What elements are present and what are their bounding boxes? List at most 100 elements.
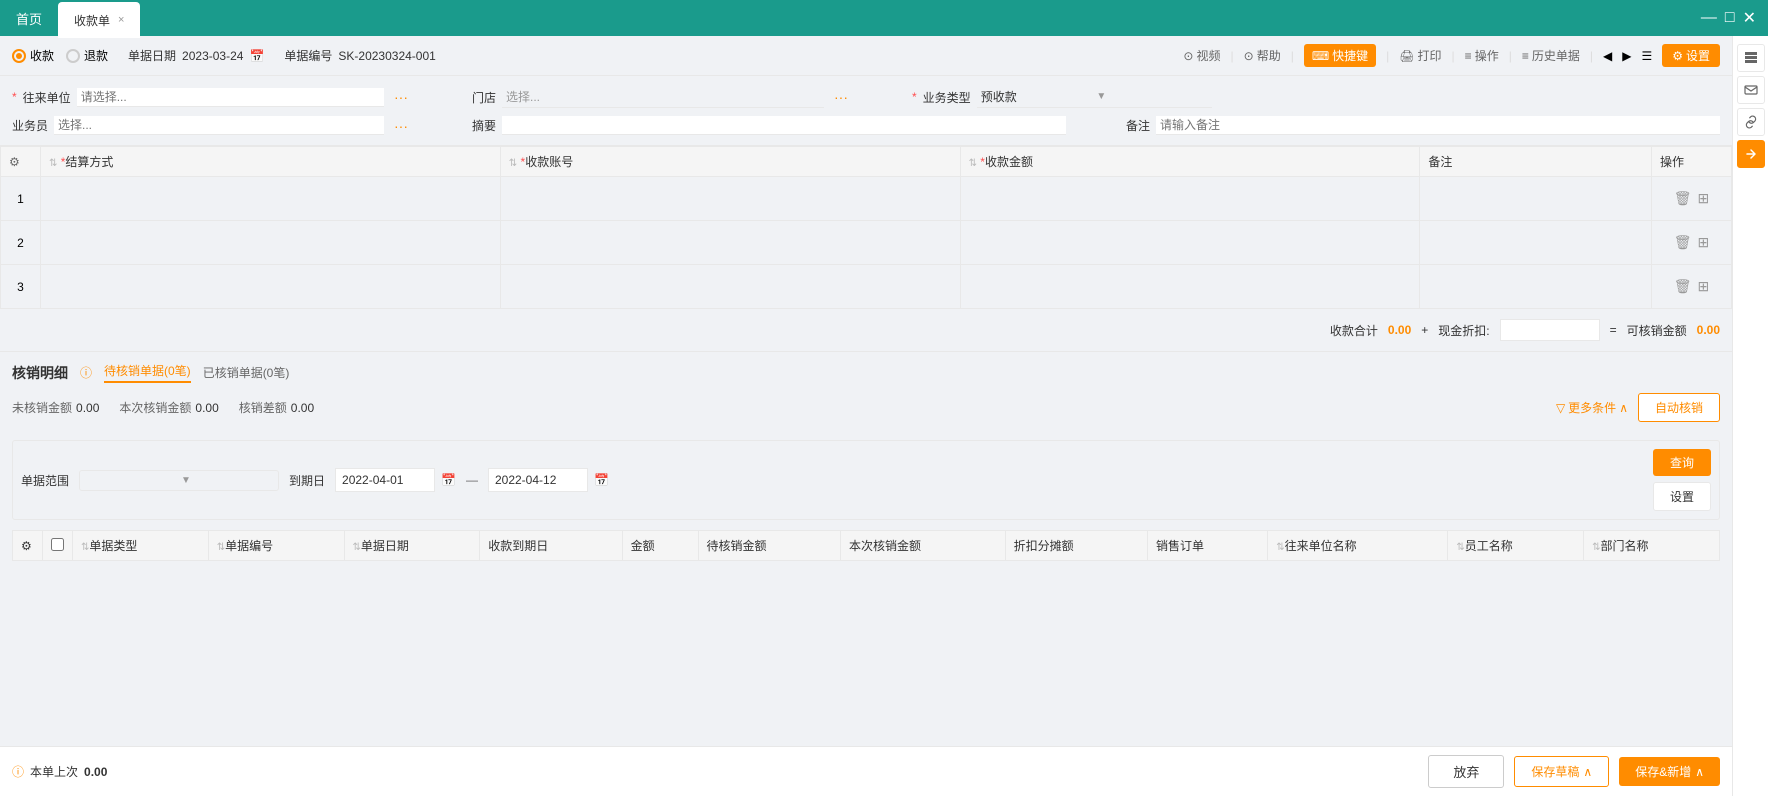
staff-field: 业务员 ···	[12, 116, 412, 135]
pending-tab[interactable]: 待核销单据(0笔)	[104, 362, 191, 383]
counterpart-more-icon[interactable]: ···	[390, 89, 412, 105]
calendar-icon[interactable]: 📅	[249, 49, 264, 63]
discount-input[interactable]	[1500, 319, 1600, 341]
next-icon[interactable]: ▶	[1622, 49, 1631, 63]
summary-field: 摘要	[472, 116, 1066, 135]
row-account-2[interactable]	[500, 221, 960, 265]
nav-home[interactable]: 首页	[0, 0, 58, 36]
save-draft-arrow[interactable]: ∧	[1583, 765, 1592, 779]
payment-type-group: 收款 退款	[12, 47, 108, 64]
th-doc-date: ⇅单据日期	[344, 531, 480, 561]
verify-info-icon[interactable]: ⓘ	[80, 364, 92, 381]
action-help[interactable]: ⊙ 帮助	[1244, 47, 1281, 64]
cal-from-icon[interactable]: 📅	[441, 473, 456, 487]
row-account-1[interactable]	[500, 177, 960, 221]
table-gear-icon-2[interactable]: ⚙	[21, 539, 32, 553]
page-wrapper: 收款 退款 单据日期 2023-03-24 📅 单据编号 SK-20230324…	[0, 36, 1768, 796]
th-doc-type: ⇅单据类型	[73, 531, 209, 561]
table-gear-icon[interactable]: ⚙	[9, 155, 20, 169]
copy-row-3[interactable]: ⊞	[1698, 278, 1710, 295]
action-shortcut[interactable]: ⌨ 快捷键	[1304, 44, 1376, 67]
unchecked-label: 未核销金额	[12, 399, 72, 416]
save-new-btn[interactable]: 保存&新增 ∧	[1619, 757, 1720, 786]
date-to-input[interactable]	[488, 468, 588, 492]
more-conditions-link[interactable]: ▽ 更多条件 ∧	[1556, 399, 1628, 416]
current-stat: 本次核销金额 0.00	[119, 399, 218, 416]
prev-icon[interactable]: ◀	[1603, 49, 1612, 63]
settings-btn-top[interactable]: ⚙ 设置	[1662, 44, 1720, 67]
cal-to-icon[interactable]: 📅	[594, 473, 609, 487]
maximize-icon[interactable]: □	[1725, 9, 1735, 27]
row-note-2[interactable]	[1420, 221, 1652, 265]
store-select[interactable]: 选择...	[502, 86, 824, 108]
done-tab[interactable]: 已核销单据(0笔)	[203, 364, 290, 381]
store-more-icon[interactable]: ···	[830, 89, 852, 105]
counterpart-input[interactable]	[77, 88, 384, 107]
abandon-btn[interactable]: 放弃	[1428, 755, 1504, 788]
radio-refund[interactable]: 退款	[66, 47, 108, 64]
date-from-input[interactable]	[335, 468, 435, 492]
print-icon: 🖨	[1399, 49, 1414, 63]
row-index-3: 3	[1, 265, 41, 309]
current-label: 本次核销金额	[119, 399, 191, 416]
minimize-icon[interactable]: —	[1701, 9, 1717, 27]
action-video[interactable]: ⊙ 视频	[1183, 47, 1220, 64]
sidebar-link-icon[interactable]	[1737, 108, 1765, 136]
save-draft-btn[interactable]: 保存草稿 ∧	[1514, 756, 1609, 787]
tab-close[interactable]: ×	[118, 14, 124, 26]
business-type-value: 预收款	[981, 88, 1093, 105]
unchecked-value: 0.00	[76, 401, 99, 415]
date-range-right: 查询 设置	[1653, 449, 1711, 511]
row-settlement-1[interactable]	[41, 177, 501, 221]
sidebar-expand-icon[interactable]	[1737, 140, 1765, 168]
query-btn[interactable]: 查询	[1653, 449, 1711, 476]
copy-row-1[interactable]: ⊞	[1698, 190, 1710, 207]
settings-label: 设置	[1686, 47, 1710, 64]
row-actions-1: 🗑 ⊞	[1652, 177, 1732, 221]
delete-row-3[interactable]: 🗑	[1674, 278, 1692, 295]
select-all-checkbox[interactable]	[51, 538, 64, 551]
row-note-1[interactable]	[1420, 177, 1652, 221]
footer-bar: ⓘ 本单上次 0.00 放弃 保存草稿 ∧ 保存&新增 ∧	[0, 746, 1732, 796]
row-index-1: 1	[1, 177, 41, 221]
counterpart-field: * 往来单位 ···	[12, 88, 412, 107]
action-history[interactable]: ≡ 历史单据	[1522, 47, 1580, 64]
auto-clear-btn[interactable]: 自动核销	[1638, 393, 1720, 422]
delete-row-2[interactable]: 🗑	[1674, 234, 1692, 251]
main-table: ⚙ ⇅ *结算方式 ⇅ *收款账号 ⇅ *收款金额 备注 操作	[0, 146, 1732, 309]
business-type-arrow: ▼	[1096, 91, 1208, 102]
row-account-3[interactable]	[500, 265, 960, 309]
row-amount-1[interactable]	[960, 177, 1420, 221]
sidebar-email-icon[interactable]	[1737, 76, 1765, 104]
summary-input[interactable]	[502, 116, 1066, 135]
row-note-3[interactable]	[1420, 265, 1652, 309]
list-view-icon[interactable]: ☰	[1641, 49, 1652, 63]
row-amount-2[interactable]	[960, 221, 1420, 265]
range-select[interactable]: ▼	[79, 470, 279, 491]
save-new-arrow[interactable]: ∧	[1695, 765, 1704, 779]
save-draft-label: 保存草稿	[1531, 763, 1579, 780]
nav-tab-receive[interactable]: 收款单 ×	[58, 2, 140, 38]
action-operation[interactable]: ≡ 操作	[1465, 47, 1499, 64]
th-action: 操作	[1652, 147, 1732, 177]
row-settlement-2[interactable]	[41, 221, 501, 265]
sidebar-table-icon[interactable]	[1737, 44, 1765, 72]
date-label: 单据日期	[128, 47, 176, 64]
action-print[interactable]: 🖨 打印	[1399, 47, 1441, 64]
window-controls: — □ ✕	[1701, 8, 1768, 28]
business-type-select[interactable]: 预收款 ▼	[977, 86, 1212, 108]
copy-row-2[interactable]: ⊞	[1698, 234, 1710, 251]
staff-more-icon[interactable]: ···	[390, 118, 412, 134]
current-value: 0.00	[195, 401, 218, 415]
row-settlement-3[interactable]	[41, 265, 501, 309]
note-field: 备注	[1126, 116, 1720, 135]
staff-input[interactable]	[54, 116, 384, 135]
settings-btn-bottom[interactable]: 设置	[1653, 482, 1711, 511]
close-icon[interactable]: ✕	[1743, 8, 1756, 28]
row-amount-3[interactable]	[960, 265, 1420, 309]
radio-receive[interactable]: 收款	[12, 47, 54, 64]
th-current-amount: 本次核销金额	[840, 531, 1005, 561]
note-input[interactable]	[1156, 116, 1720, 135]
form-row-1: * 往来单位 ··· 门店 选择... ··· * 业务类型 预收款 ▼	[12, 86, 1720, 108]
delete-row-1[interactable]: 🗑	[1674, 190, 1692, 207]
